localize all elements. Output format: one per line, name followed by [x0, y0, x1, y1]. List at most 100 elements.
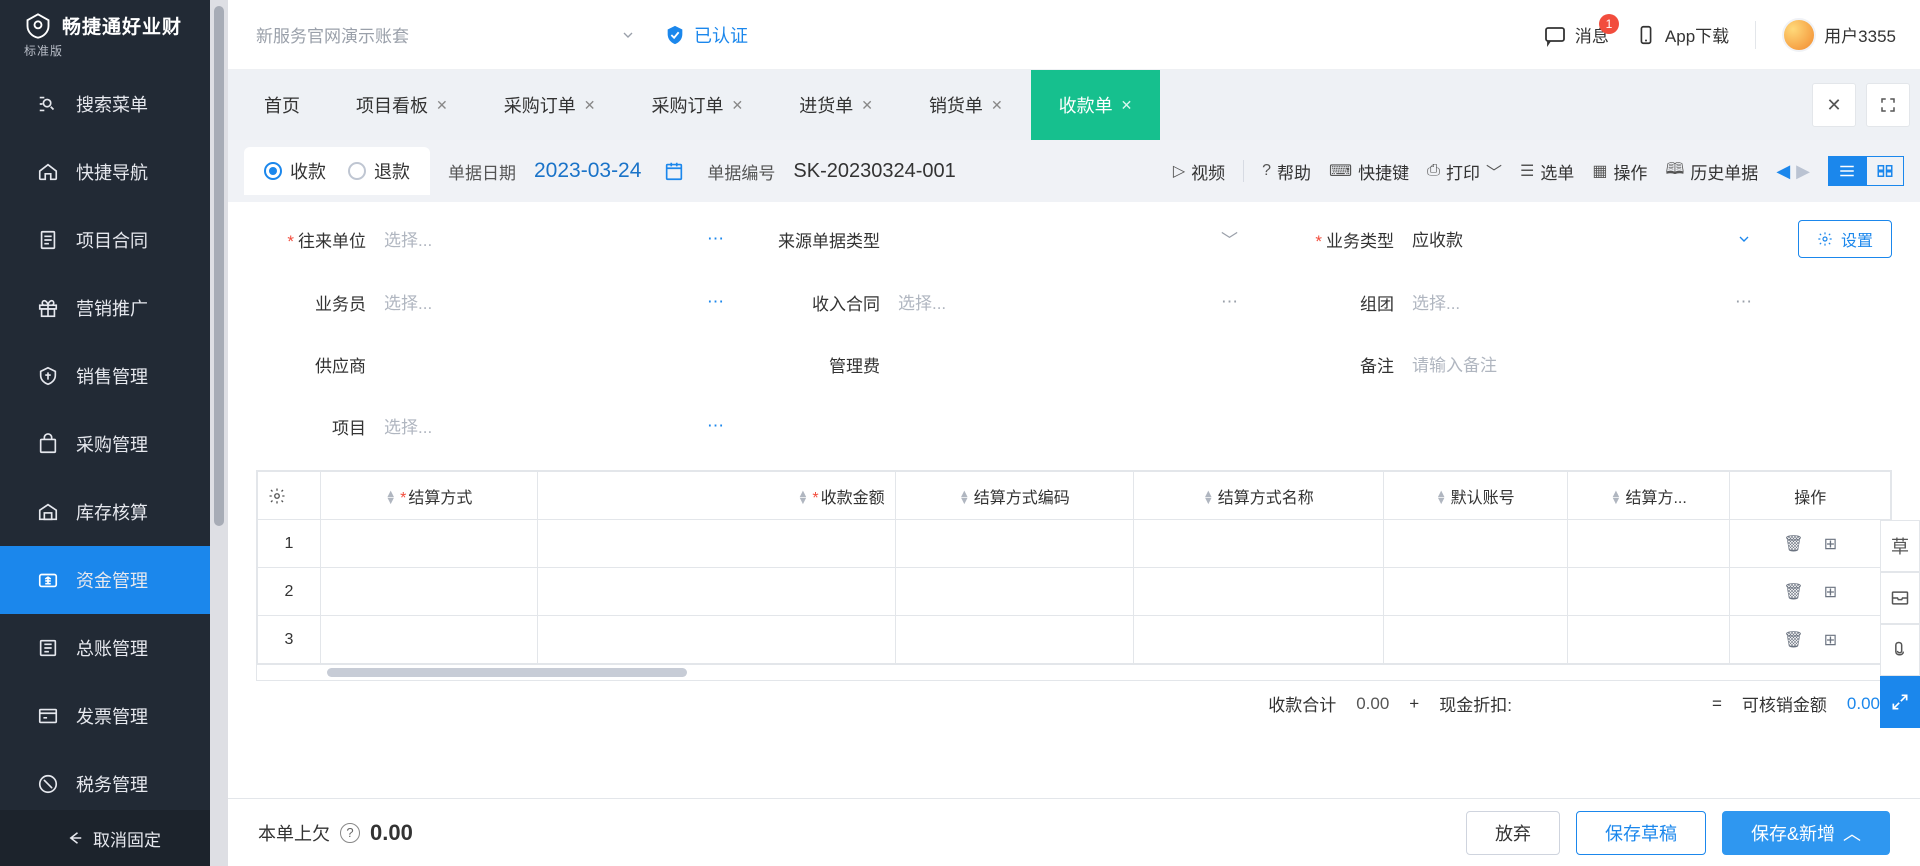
tab-project-board[interactable]: 项目看板✕	[328, 70, 476, 140]
choose-link[interactable]: ☰选单	[1520, 159, 1574, 184]
account-selector[interactable]: 新服务官网演示账套	[244, 13, 644, 57]
tabs-close-all[interactable]: ✕	[1812, 83, 1856, 127]
sidebar-item-sales[interactable]: 销售管理	[0, 342, 228, 410]
source-type-select[interactable]: ﹀	[896, 221, 1244, 257]
float-attach-icon[interactable]	[1880, 624, 1920, 676]
tab-receipt[interactable]: 收款单✕	[1031, 70, 1161, 140]
sidebar-item-marketing[interactable]: 营销推广	[0, 274, 228, 342]
tab-receive-goods[interactable]: 进货单✕	[771, 70, 901, 140]
doc-date-value[interactable]: 2023-03-24	[534, 159, 641, 183]
tabs-fullscreen[interactable]	[1866, 83, 1910, 127]
abandon-button[interactable]: 放弃	[1466, 811, 1560, 855]
sidebar-item-quicknav[interactable]: 快捷导航	[0, 138, 228, 206]
pager-prev[interactable]: ◀	[1776, 161, 1790, 182]
sidebar-unpin[interactable]: 取消固定	[0, 810, 228, 866]
save-draft-button[interactable]: 保存草稿	[1576, 811, 1706, 855]
row-delete-icon[interactable]: 🗑	[1783, 630, 1803, 650]
operate-link[interactable]: ▦操作	[1592, 159, 1647, 184]
group-select[interactable]: 选择...⋯	[1410, 284, 1758, 320]
print-link[interactable]: ⎙打印﹀	[1427, 159, 1502, 184]
shortcut-link[interactable]: ⌨快捷键	[1329, 159, 1409, 184]
sidebar-item-search[interactable]: 搜索菜单	[0, 70, 228, 138]
row-index: 1	[258, 520, 321, 568]
float-expand-icon[interactable]	[1880, 676, 1920, 728]
save-new-button[interactable]: 保存&新增︿	[1722, 811, 1890, 855]
col-default-account[interactable]: ▲▼默认账号	[1383, 472, 1567, 520]
income-contract-select[interactable]: 选择...⋯	[896, 284, 1244, 320]
row-delete-icon[interactable]: 🗑	[1783, 534, 1803, 554]
col-settle-more[interactable]: ▲▼结算方...	[1567, 472, 1730, 520]
help-icon[interactable]: ?	[340, 823, 360, 843]
help-link[interactable]: ?帮助	[1262, 159, 1311, 184]
user-menu[interactable]: 用户3355	[1782, 18, 1896, 52]
app-logo-area: 畅捷通好业财 标准版	[0, 0, 228, 70]
project-select[interactable]: 选择...⋯	[382, 408, 730, 444]
column-config-button[interactable]	[258, 472, 321, 520]
radio-refund[interactable]: 退款	[348, 158, 410, 184]
tab-home[interactable]: 首页	[236, 70, 328, 140]
more-icon[interactable]: ⋯	[1221, 292, 1238, 312]
pager-next[interactable]: ▶	[1796, 161, 1810, 182]
view-list[interactable]	[1828, 156, 1866, 186]
sidebar-item-invoice[interactable]: 发票管理	[0, 682, 228, 750]
table-row[interactable]: 3 🗑⊞	[258, 616, 1891, 664]
more-icon[interactable]: ⋯	[707, 292, 724, 312]
view-grid[interactable]	[1866, 156, 1904, 186]
radio-receive[interactable]: 收款	[264, 158, 326, 184]
sidebar-item-contract[interactable]: 项目合同	[0, 206, 228, 274]
sidebar-item-label: 搜索菜单	[76, 91, 148, 117]
close-icon[interactable]: ✕	[861, 97, 873, 114]
close-icon[interactable]: ✕	[991, 97, 1003, 114]
col-settle-code[interactable]: ▲▼结算方式编码	[895, 472, 1134, 520]
float-draft-icon[interactable]: 草	[1880, 520, 1920, 572]
app-download-button[interactable]: App下载	[1635, 22, 1729, 47]
sales-icon	[36, 364, 60, 388]
close-icon[interactable]: ✕	[436, 97, 448, 114]
sidebar-item-ledger[interactable]: 总账管理	[0, 614, 228, 682]
more-icon[interactable]: ⋯	[707, 416, 724, 436]
biz-type-select[interactable]: 应收款	[1410, 221, 1758, 257]
app-edition: 标准版	[24, 42, 228, 59]
close-icon[interactable]: ✕	[731, 97, 743, 114]
view-toggle	[1828, 156, 1904, 186]
messages-button[interactable]: 消息 1	[1543, 22, 1609, 47]
close-icon[interactable]: ✕	[1121, 97, 1133, 114]
row-add-icon[interactable]: ⊞	[1824, 582, 1837, 602]
table-row[interactable]: 1 🗑 ⊞	[258, 520, 1891, 568]
messages-badge: 1	[1599, 14, 1619, 34]
mgmt-fee-input[interactable]	[896, 346, 1244, 382]
supplier-input[interactable]	[382, 346, 730, 382]
partner-select[interactable]: 选择...⋯	[382, 221, 730, 257]
salesman-select[interactable]: 选择...⋯	[382, 284, 730, 320]
table-horizontal-scrollbar[interactable]	[257, 664, 1891, 680]
close-icon[interactable]: ✕	[584, 97, 596, 114]
sidebar-scrollbar[interactable]	[210, 0, 228, 866]
sidebar-item-purchase[interactable]: 采购管理	[0, 410, 228, 478]
field-remark: 备注 请输入备注	[1284, 346, 1758, 382]
tab-sales-bill[interactable]: 销货单✕	[901, 70, 1031, 140]
sidebar-scroll-thumb[interactable]	[214, 6, 224, 526]
sidebar-item-inventory[interactable]: 库存核算	[0, 478, 228, 546]
remark-input[interactable]: 请输入备注	[1410, 346, 1758, 382]
tab-purchase-order-2[interactable]: 采购订单 ✕	[623, 70, 771, 140]
sidebar-item-tax[interactable]: 税务管理	[0, 750, 228, 810]
history-link[interactable]: 🕮历史单据	[1665, 158, 1758, 185]
tab-purchase-order-1[interactable]: 采购订单✕	[476, 70, 624, 140]
sidebar-item-funds[interactable]: 资金管理	[0, 546, 228, 614]
video-link[interactable]: ▷视频	[1173, 159, 1225, 184]
calendar-icon[interactable]	[659, 156, 689, 186]
col-settle-name[interactable]: ▲▼结算方式名称	[1134, 472, 1383, 520]
divider	[1755, 21, 1756, 49]
more-icon[interactable]: ⋯	[707, 229, 724, 249]
table-row[interactable]: 2 🗑⊞	[258, 568, 1891, 616]
col-receive-amount[interactable]: ▲▼*收款金额	[537, 472, 895, 520]
more-icon[interactable]: ⋯	[1735, 292, 1752, 312]
row-add-icon[interactable]: ⊞	[1824, 534, 1837, 554]
settings-button[interactable]: 设置	[1798, 220, 1892, 258]
float-inbox-icon[interactable]	[1880, 572, 1920, 624]
scroll-thumb[interactable]	[327, 668, 687, 677]
row-add-icon[interactable]: ⊞	[1824, 630, 1837, 650]
tab-label: 采购订单	[651, 92, 723, 118]
row-delete-icon[interactable]: 🗑	[1783, 582, 1803, 602]
col-settle-method[interactable]: ▲▼*结算方式	[320, 472, 537, 520]
